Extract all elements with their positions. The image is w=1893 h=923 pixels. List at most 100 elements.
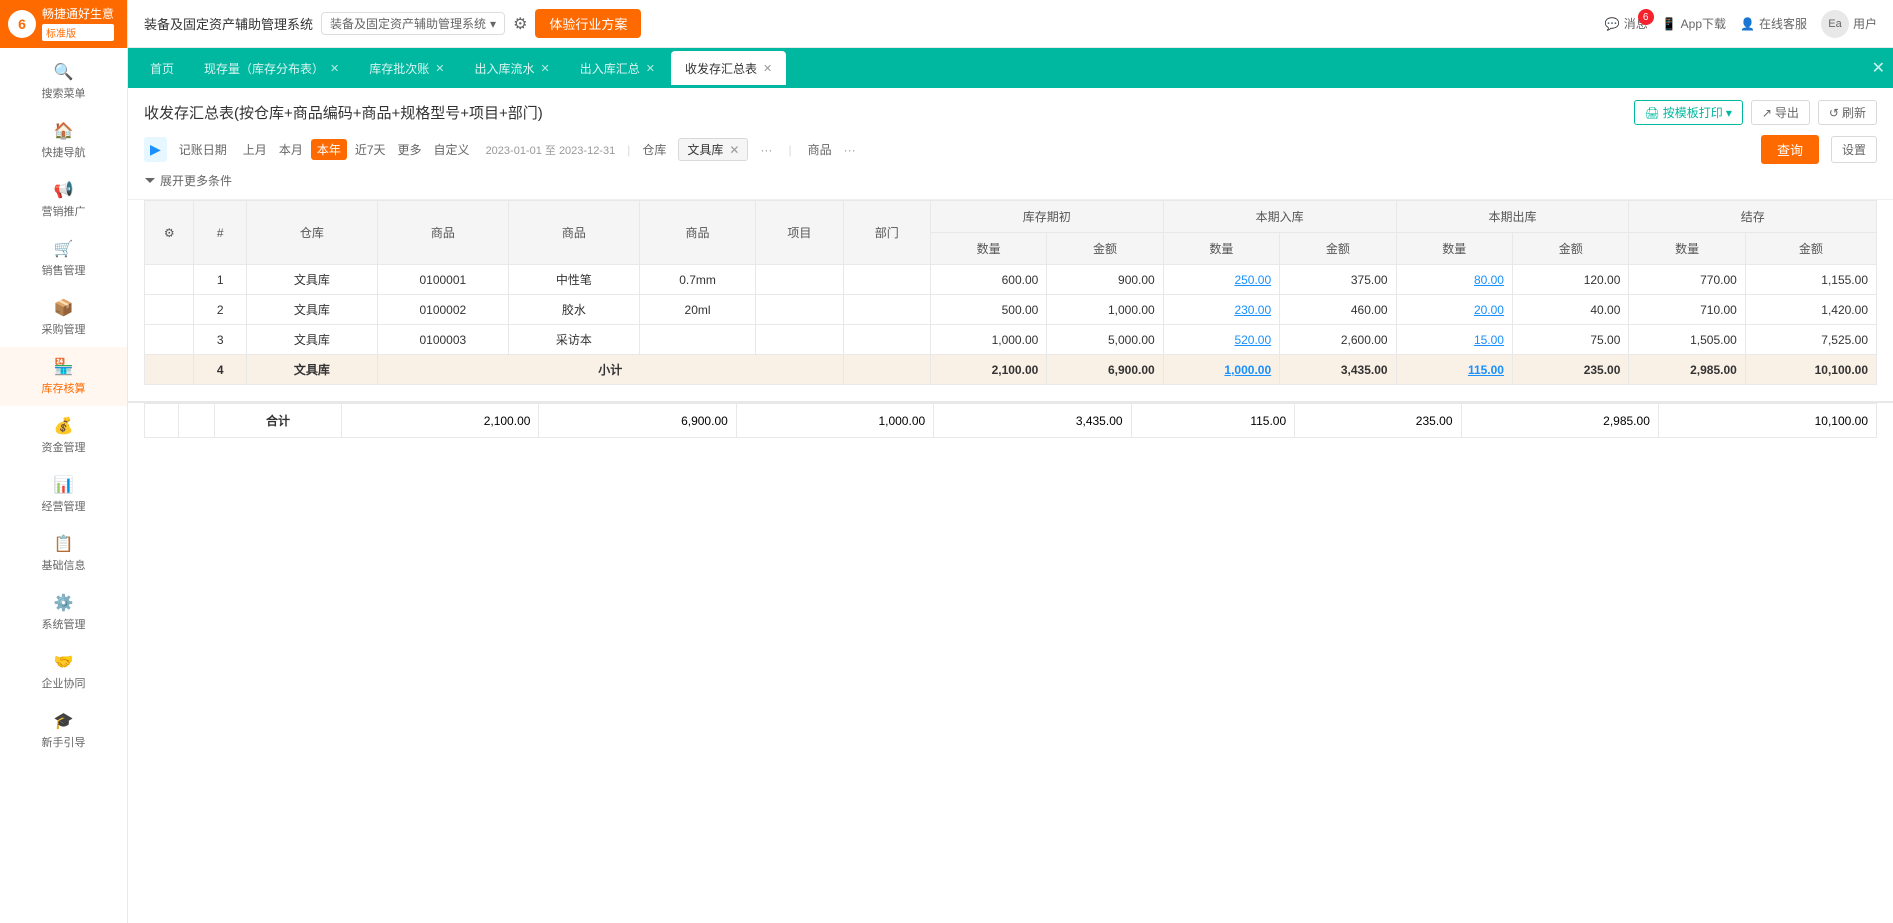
th-in-group: 本期入库 [1163, 201, 1396, 233]
filter-toggle-button[interactable]: ▶ [144, 137, 167, 162]
sidebar-item-quicknav[interactable]: 🏠 快捷导航 [0, 111, 127, 170]
warehouse-tag-close-icon[interactable]: ✕ [729, 143, 739, 157]
row-out-qty[interactable]: 20.00 [1396, 295, 1512, 325]
row-product-spec: 20ml [639, 295, 755, 325]
sidebar-nav: 🔍 搜索菜单 🏠 快捷导航 📢 营销推广 🛒 销售管理 📦 采购管理 🏪 库存核… [0, 48, 127, 923]
topbar-right: 💬 消息 6 📱 App下载 👤 在线客服 Ea 用户 [1605, 10, 1877, 38]
row-closing-amt: 1,155.00 [1745, 265, 1876, 295]
page-actions: 🖨 按模板打印 ▾ ↗ 导出 ↺ 刷新 [1634, 100, 1877, 125]
refresh-button[interactable]: ↺ 刷新 [1818, 100, 1877, 125]
th-seq: # [194, 201, 246, 265]
sidebar-item-inventory[interactable]: 🏪 库存核算 [0, 347, 127, 406]
subtotal-label: 小计 [377, 355, 843, 385]
tab-inout-flow[interactable]: 出入库流水 ✕ [460, 51, 563, 85]
warehouse-value: 文具库 [687, 141, 723, 158]
topbar: 装备及固定资产辅助管理系统 装备及固定资产辅助管理系统 ▾ ⚙ 体验行业方案 💬… [128, 0, 1893, 48]
table-row: 3 文具库 0100003 采访本 1,000.00 5,000.00 520.… [145, 325, 1877, 355]
refresh-icon: ↺ [1829, 106, 1839, 120]
row-out-qty[interactable]: 80.00 [1396, 265, 1512, 295]
filter-row: ▶ 记账日期 上月 本月 本年 近7天 更多 自定义 2023-01-01 至 … [144, 135, 1877, 164]
warehouse-more-icon[interactable]: ··· [760, 143, 772, 157]
sidebar-item-finance[interactable]: 💰 资金管理 [0, 406, 127, 465]
expand-icon [144, 175, 156, 187]
tab-inout-flow-label: 出入库流水 [474, 60, 534, 77]
row-seq: 1 [194, 265, 246, 295]
row-closing-qty: 770.00 [1629, 265, 1745, 295]
tab-home[interactable]: 首页 [136, 51, 188, 85]
row-in-qty[interactable]: 520.00 [1163, 325, 1279, 355]
row-out-amt: 75.00 [1512, 325, 1628, 355]
print-button[interactable]: 🖨 按模板打印 ▾ [1634, 100, 1743, 125]
sidebar-item-system[interactable]: ⚙️ 系统管理 [0, 583, 127, 642]
tab-close-icon[interactable]: ✕ [541, 62, 550, 75]
sidebar-item-label: 资金管理 [42, 439, 86, 455]
query-button[interactable]: 查询 [1761, 135, 1819, 164]
sidebar-item-marketing[interactable]: 📢 营销推广 [0, 170, 127, 229]
date-btn-7days[interactable]: 近7天 [351, 139, 390, 160]
date-btn-this-year[interactable]: 本年 [311, 139, 347, 160]
sidebar-item-label: 系统管理 [42, 616, 86, 632]
settings-gear-icon[interactable]: ⚙ [513, 14, 527, 34]
sidebar-item-guide[interactable]: 🎓 新手引导 [0, 701, 127, 760]
tab-recv-send-summary[interactable]: 收发存汇总表 ✕ [671, 51, 786, 85]
avatar: Ea [1821, 10, 1849, 38]
row-product-code: 0100001 [377, 265, 508, 295]
system-icon: ⚙️ [54, 593, 74, 613]
system-dropdown[interactable]: 装备及固定资产辅助管理系统 ▾ [321, 12, 505, 35]
print-icon: 🖨 [1645, 106, 1660, 120]
subtotal-out-amt: 235.00 [1512, 355, 1628, 385]
sidebar-item-label: 企业协同 [42, 675, 86, 691]
sidebar-item-sales[interactable]: 🛒 销售管理 [0, 229, 127, 288]
subtotal-in-qty[interactable]: 1,000.00 [1163, 355, 1279, 385]
tab-close-icon[interactable]: ✕ [435, 62, 444, 75]
subtotal-out-qty[interactable]: 115.00 [1396, 355, 1512, 385]
sidebar-item-operation[interactable]: 📊 经营管理 [0, 465, 127, 524]
subtotal-empty [843, 355, 930, 385]
tab-close-icon[interactable]: ✕ [646, 62, 655, 75]
data-table: ⚙ # 仓库 商品 商品 商品 项目 部门 库存期初 本期入库 本期出库 结存 [144, 200, 1877, 385]
tab-home-label: 首页 [150, 60, 174, 77]
row-in-qty[interactable]: 250.00 [1163, 265, 1279, 295]
row-opening-qty: 1,000.00 [930, 325, 1046, 355]
date-btn-custom[interactable]: 自定义 [430, 139, 474, 160]
tab-close-icon[interactable]: ✕ [763, 62, 772, 75]
th-closing-group: 结存 [1629, 201, 1877, 233]
row-closing-amt: 7,525.00 [1745, 325, 1876, 355]
subtotal-closing-amt: 10,100.00 [1745, 355, 1876, 385]
date-btn-last-month[interactable]: 上月 [239, 139, 271, 160]
sidebar-item-label: 销售管理 [42, 262, 86, 278]
th-settings[interactable]: ⚙ [145, 201, 194, 265]
user-menu[interactable]: Ea 用户 [1821, 10, 1877, 38]
sidebar-item-purchase[interactable]: 📦 采购管理 [0, 288, 127, 347]
sidebar-item-label: 采购管理 [42, 321, 86, 337]
sidebar-item-corp[interactable]: 🤝 企业协同 [0, 642, 127, 701]
settings-button[interactable]: 设置 [1831, 136, 1877, 163]
row-seq: 2 [194, 295, 246, 325]
total-out-qty: 115.00 [1131, 404, 1295, 438]
product-more-icon[interactable]: ··· [844, 143, 856, 157]
tab-batch-account[interactable]: 库存批次账 ✕ [355, 51, 458, 85]
tab-recv-send-label: 收发存汇总表 [685, 60, 757, 77]
row-out-qty[interactable]: 15.00 [1396, 325, 1512, 355]
sidebar-item-basic[interactable]: 📋 基础信息 [0, 524, 127, 583]
trial-button[interactable]: 体验行业方案 [535, 9, 641, 38]
row-in-qty[interactable]: 230.00 [1163, 295, 1279, 325]
warehouse-filter-label: 仓库 [642, 141, 666, 158]
online-service-button[interactable]: 👤 在线客服 [1740, 15, 1807, 32]
total-opening-qty: 2,100.00 [342, 404, 539, 438]
message-button[interactable]: 💬 消息 6 [1605, 15, 1648, 32]
row-opening-qty: 600.00 [930, 265, 1046, 295]
app-download-button[interactable]: 📱 App下载 [1662, 15, 1726, 32]
expand-conditions-button[interactable]: 展开更多条件 [144, 172, 1877, 189]
sidebar-item-search[interactable]: 🔍 搜索菜单 [0, 52, 127, 111]
tab-stock-dist[interactable]: 现存量（库存分布表） ✕ [190, 51, 353, 85]
th-product-code: 商品 [377, 201, 508, 265]
tab-inout-summary[interactable]: 出入库汇总 ✕ [566, 51, 669, 85]
th-product-name: 商品 [508, 201, 639, 265]
date-btn-this-month[interactable]: 本月 [275, 139, 307, 160]
close-window-icon[interactable]: ✕ [1872, 58, 1885, 78]
tab-close-icon[interactable]: ✕ [330, 62, 339, 75]
date-btn-more[interactable]: 更多 [394, 139, 426, 160]
export-button[interactable]: ↗ 导出 [1751, 100, 1810, 125]
sidebar-item-label: 搜索菜单 [42, 85, 86, 101]
